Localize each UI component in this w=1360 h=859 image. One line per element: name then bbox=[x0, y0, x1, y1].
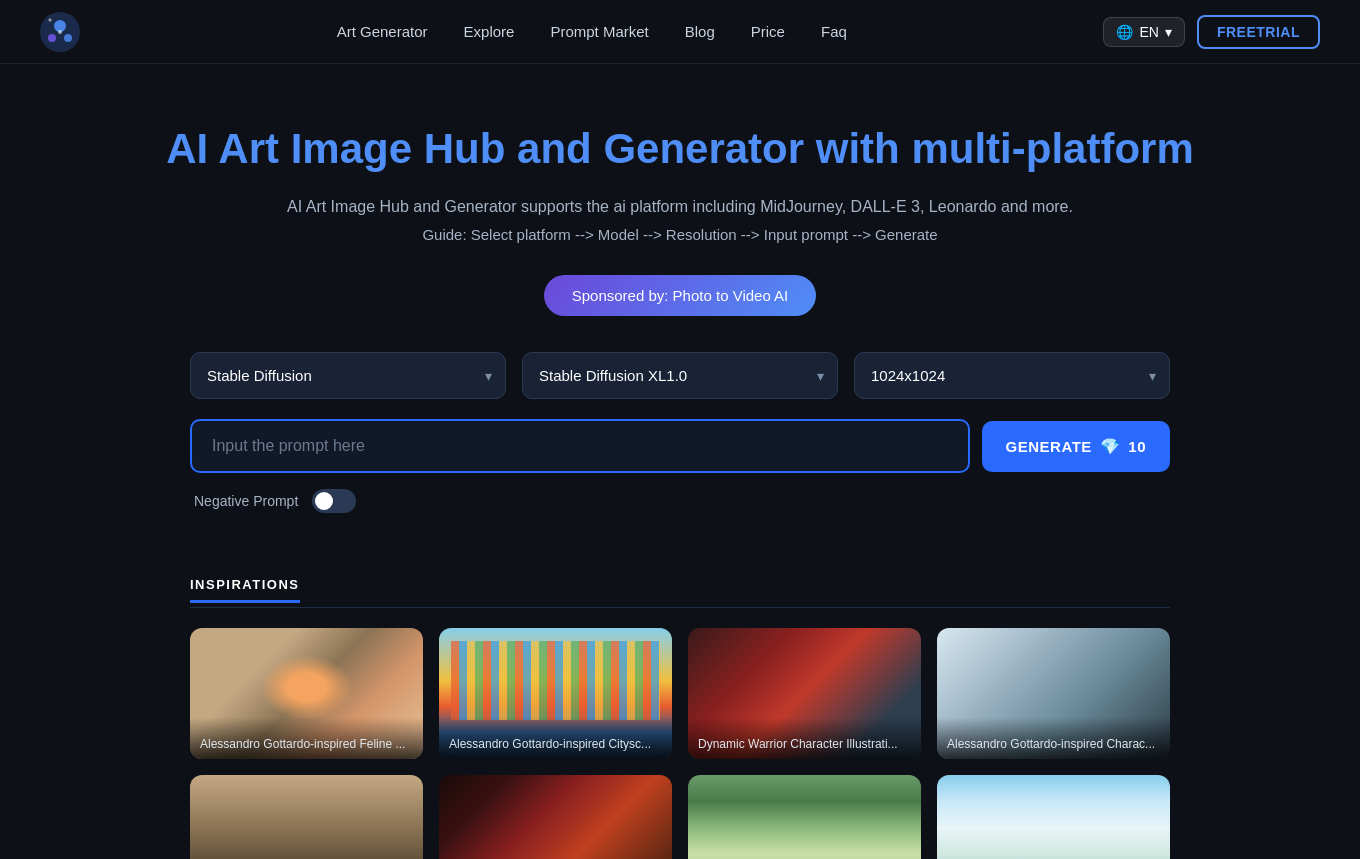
prompt-input[interactable] bbox=[190, 419, 970, 473]
inspiration-item-8[interactable] bbox=[937, 775, 1170, 859]
freetrial-button[interactable]: FREETRIAL bbox=[1197, 15, 1320, 49]
hero-title: AI Art Image Hub and Generator with mult… bbox=[40, 124, 1320, 174]
inspiration-caption-2: Alessandro Gottardo-inspired Citysc... bbox=[439, 717, 672, 759]
inspiration-item-5[interactable] bbox=[190, 775, 423, 859]
hero-guide: Guide: Select platform --> Model --> Res… bbox=[40, 226, 1320, 243]
nav-faq[interactable]: Faq bbox=[821, 23, 847, 40]
negative-prompt-label: Negative Prompt bbox=[194, 493, 298, 509]
globe-icon: 🌐 bbox=[1116, 24, 1133, 40]
svg-point-2 bbox=[48, 34, 56, 42]
inspirations-grid: Alessandro Gottardo-inspired Feline ... … bbox=[190, 628, 1170, 859]
prompt-row: GENERATE 💎 10 bbox=[190, 419, 1170, 473]
language-selector[interactable]: 🌐 EN ▾ bbox=[1103, 17, 1184, 47]
inspiration-item-3[interactable]: Dynamic Warrior Character Illustrati... bbox=[688, 628, 921, 759]
model-select-wrapper: Stable Diffusion XL1.0 Stable Diffusion … bbox=[522, 352, 838, 399]
negative-prompt-toggle[interactable] bbox=[312, 489, 356, 513]
hero-subtitle: AI Art Image Hub and Generator supports … bbox=[40, 198, 1320, 216]
nav-blog[interactable]: Blog bbox=[685, 23, 715, 40]
resolution-select[interactable]: 1024x1024 512x512 768x768 1280x720 1920x… bbox=[854, 352, 1170, 399]
nav-links: Art Generator Explore Prompt Market Blog… bbox=[337, 23, 847, 41]
logo[interactable] bbox=[40, 12, 80, 52]
svg-point-4 bbox=[58, 30, 62, 34]
model-select[interactable]: Stable Diffusion XL1.0 Stable Diffusion … bbox=[522, 352, 838, 399]
diamond-icon: 💎 bbox=[1100, 437, 1121, 456]
nav-explore[interactable]: Explore bbox=[464, 23, 515, 40]
inspirations-divider bbox=[190, 607, 1170, 608]
platform-select-wrapper: Stable Diffusion MidJourney DALL-E 3 Leo… bbox=[190, 352, 506, 399]
generate-label: GENERATE bbox=[1006, 438, 1092, 455]
nav-prompt-market[interactable]: Prompt Market bbox=[550, 23, 648, 40]
inspirations-section: INSPIRATIONS Alessandro Gottardo-inspire… bbox=[190, 575, 1170, 859]
negative-prompt-row: Negative Prompt bbox=[190, 489, 1170, 513]
credit-count: 10 bbox=[1128, 438, 1146, 455]
inspiration-item-2[interactable]: Alessandro Gottardo-inspired Citysc... bbox=[439, 628, 672, 759]
nav-right: 🌐 EN ▾ FREETRIAL bbox=[1103, 15, 1320, 49]
inspiration-caption-4: Alessandro Gottardo-inspired Charac... bbox=[937, 717, 1170, 759]
inspiration-item-7[interactable] bbox=[688, 775, 921, 859]
chevron-down-icon: ▾ bbox=[1165, 24, 1172, 40]
inspirations-header: INSPIRATIONS bbox=[190, 577, 300, 603]
svg-point-3 bbox=[64, 34, 72, 42]
sponsor-button[interactable]: Sponsored by: Photo to Video AI bbox=[544, 275, 817, 316]
generate-button[interactable]: GENERATE 💎 10 bbox=[982, 421, 1170, 472]
resolution-select-wrapper: 1024x1024 512x512 768x768 1280x720 1920x… bbox=[854, 352, 1170, 399]
inspiration-item-1[interactable]: Alessandro Gottardo-inspired Feline ... bbox=[190, 628, 423, 759]
inspiration-caption-1: Alessandro Gottardo-inspired Feline ... bbox=[190, 717, 423, 759]
inspiration-image-8 bbox=[937, 775, 1170, 859]
logo-icon bbox=[40, 12, 80, 52]
nav-art-generator[interactable]: Art Generator bbox=[337, 23, 428, 40]
controls-row: Stable Diffusion MidJourney DALL-E 3 Leo… bbox=[190, 352, 1170, 399]
hero-section: AI Art Image Hub and Generator with mult… bbox=[0, 64, 1360, 575]
nav-price[interactable]: Price bbox=[751, 23, 785, 40]
inspiration-image-7 bbox=[688, 775, 921, 859]
inspiration-image-5 bbox=[190, 775, 423, 859]
inspiration-image-6 bbox=[439, 775, 672, 859]
navbar: Art Generator Explore Prompt Market Blog… bbox=[0, 0, 1360, 64]
inspiration-caption-3: Dynamic Warrior Character Illustrati... bbox=[688, 717, 921, 759]
platform-select[interactable]: Stable Diffusion MidJourney DALL-E 3 Leo… bbox=[190, 352, 506, 399]
lang-label: EN bbox=[1139, 24, 1158, 40]
inspiration-item-6[interactable] bbox=[439, 775, 672, 859]
inspiration-item-4[interactable]: Alessandro Gottardo-inspired Charac... bbox=[937, 628, 1170, 759]
